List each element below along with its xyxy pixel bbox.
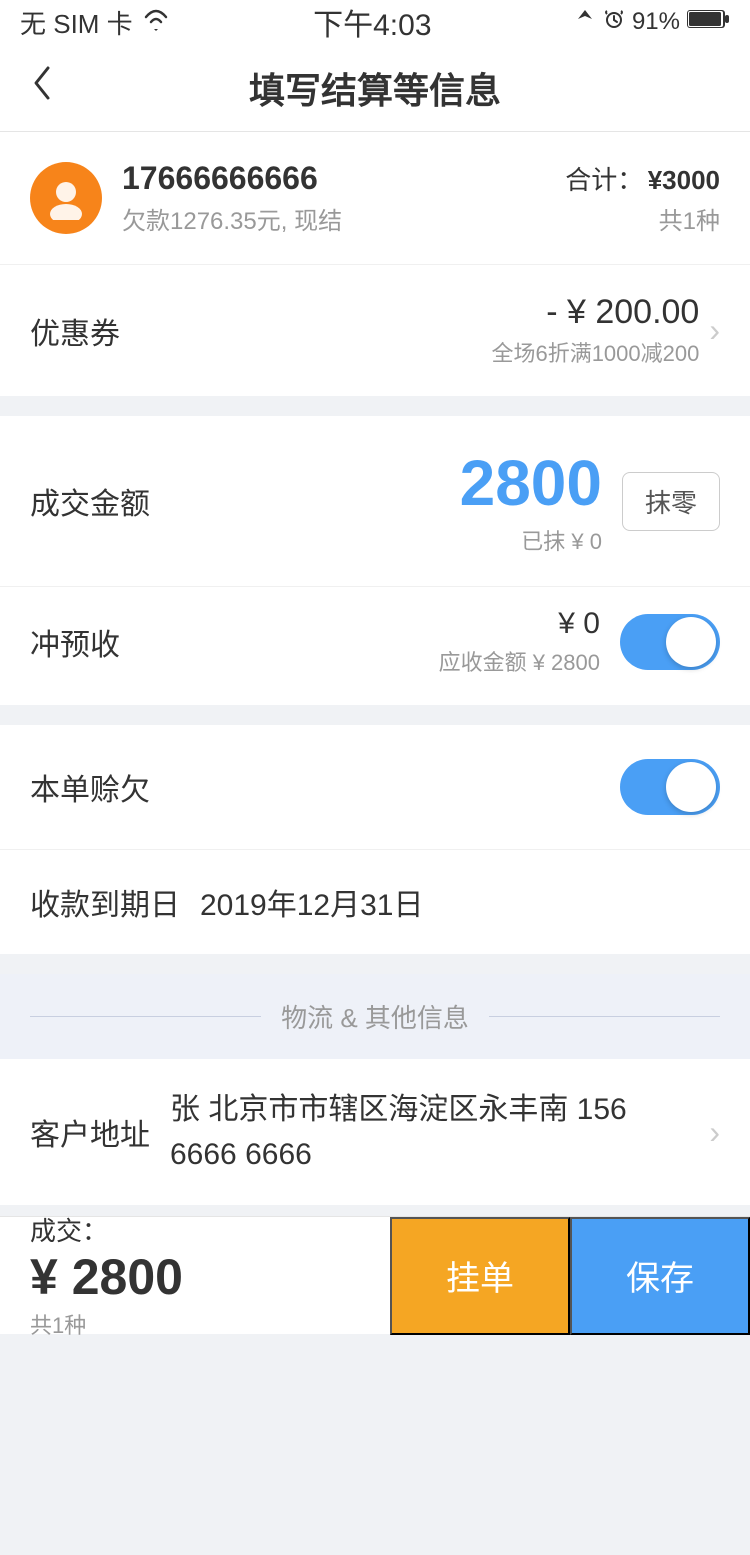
bottom-deal-info: 成交： ¥ 2800 共1种 [0,1211,390,1340]
bottom-deal-amount: ¥ 2800 [30,1248,360,1306]
debit-row: 本单赊欠 [0,725,750,849]
prepay-right: ¥ 0 应收金额 ¥ 2800 [439,607,720,677]
address-chevron-icon: › [709,1114,720,1151]
customer-info: 17666666666 欠款1276.35元, 现结 [122,160,342,236]
total-label: 合计： [565,165,643,195]
deal-amount-card: 成交金额 2800 已抹 ¥ 0 抹零 冲预收 ¥ 0 应收金额 ¥ 2800 [0,416,750,705]
prepay-sub: 应收金额 ¥ 2800 [439,645,600,677]
wifi-icon [141,7,171,38]
bottom-deal-label: 成交： [30,1211,360,1248]
prepay-label: 冲预收 [30,620,120,664]
deal-amount-right: 2800 已抹 ¥ 0 抹零 [460,446,720,556]
status-time: 下午4:03 [313,0,431,44]
no-sim-text: 无 SIM 卡 [20,4,133,41]
total-amount: ¥3000 [648,165,720,195]
avatar [30,162,102,234]
due-date-label: 收款到期日 [30,880,180,924]
coupon-right: - ¥ 200.00 全场6折满1000减200 › [491,293,720,368]
debit-label: 本单赊欠 [30,765,150,809]
logistics-line-left [30,1016,261,1017]
customer-phone: 17666666666 [122,160,342,197]
round-down-button[interactable]: 抹零 [622,472,720,531]
page-title: 填写结算等信息 [249,62,501,114]
status-bar: 无 SIM 卡 下午4:03 91% [0,0,750,44]
address-row[interactable]: 客户地址 张 北京市市辖区海淀区永丰南 156 6666 6666 › [0,1059,750,1205]
prepay-value: ¥ 0 [439,607,600,641]
deal-amount-row: 成交金额 2800 已抹 ¥ 0 抹零 [0,416,750,586]
due-date-row: 收款到期日 2019年12月31日 [0,849,750,954]
content-area: 17666666666 欠款1276.35元, 现结 合计： ¥3000 共1种… [0,132,750,1555]
coupon-value: - ¥ 200.00 [491,293,699,332]
total-line: 合计： ¥3000 [565,160,720,197]
logistics-line-right [489,1016,720,1017]
coupon-sub: 全场6折满1000减200 [491,336,699,368]
alarm-icon [602,7,626,38]
battery-icon [686,8,730,37]
customer-row: 17666666666 欠款1276.35元, 现结 合计： ¥3000 共1种 [0,132,750,264]
prepay-row: 冲预收 ¥ 0 应收金额 ¥ 2800 [0,586,750,705]
location-icon [574,8,596,37]
customer-left: 17666666666 欠款1276.35元, 现结 [30,160,342,236]
bottom-bar: 成交： ¥ 2800 共1种 挂单 保存 [0,1216,750,1334]
deal-amount-value: 2800 [460,446,602,520]
status-left: 无 SIM 卡 [20,4,171,41]
logistics-header: 物流 & 其他信息 [0,974,750,1059]
address-label: 客户地址 [30,1110,150,1154]
total-count: 共1种 [565,201,720,236]
save-button[interactable]: 保存 [570,1217,750,1335]
prepay-info: ¥ 0 应收金额 ¥ 2800 [439,607,600,677]
back-button[interactable] [30,63,54,112]
debit-toggle[interactable] [620,759,720,815]
due-date-value: 2019年12月31日 [200,880,423,924]
logistics-title: 物流 & 其他信息 [281,998,469,1035]
coupon-row[interactable]: 优惠券 - ¥ 200.00 全场6折满1000减200 › [0,264,750,396]
prepay-toggle[interactable] [620,614,720,670]
deal-amount-wrapper: 2800 已抹 ¥ 0 [460,446,602,556]
customer-right: 合计： ¥3000 共1种 [565,160,720,236]
pending-order-button[interactable]: 挂单 [390,1217,570,1335]
deal-sub-text: 已抹 ¥ 0 [460,524,602,556]
debit-card: 本单赊欠 收款到期日 2019年12月31日 [0,725,750,954]
debit-toggle-knob [666,762,716,812]
customer-sub-text: 欠款1276.35元, 现结 [122,201,342,236]
nav-bar: 填写结算等信息 [0,44,750,132]
battery-percent: 91% [632,8,680,36]
coupon-label: 优惠券 [30,309,120,353]
address-value: 张 北京市市辖区海淀区永丰南 156 6666 6666 [170,1087,689,1177]
coupon-chevron-icon: › [709,312,720,349]
deal-amount-label: 成交金额 [30,479,150,523]
toggle-knob [666,617,716,667]
status-right: 91% [574,7,730,38]
customer-card: 17666666666 欠款1276.35元, 现结 合计： ¥3000 共1种… [0,132,750,396]
coupon-value-wrapper: - ¥ 200.00 全场6折满1000减200 [491,293,699,368]
address-card: 客户地址 张 北京市市辖区海淀区永丰南 156 6666 6666 › [0,1059,750,1205]
